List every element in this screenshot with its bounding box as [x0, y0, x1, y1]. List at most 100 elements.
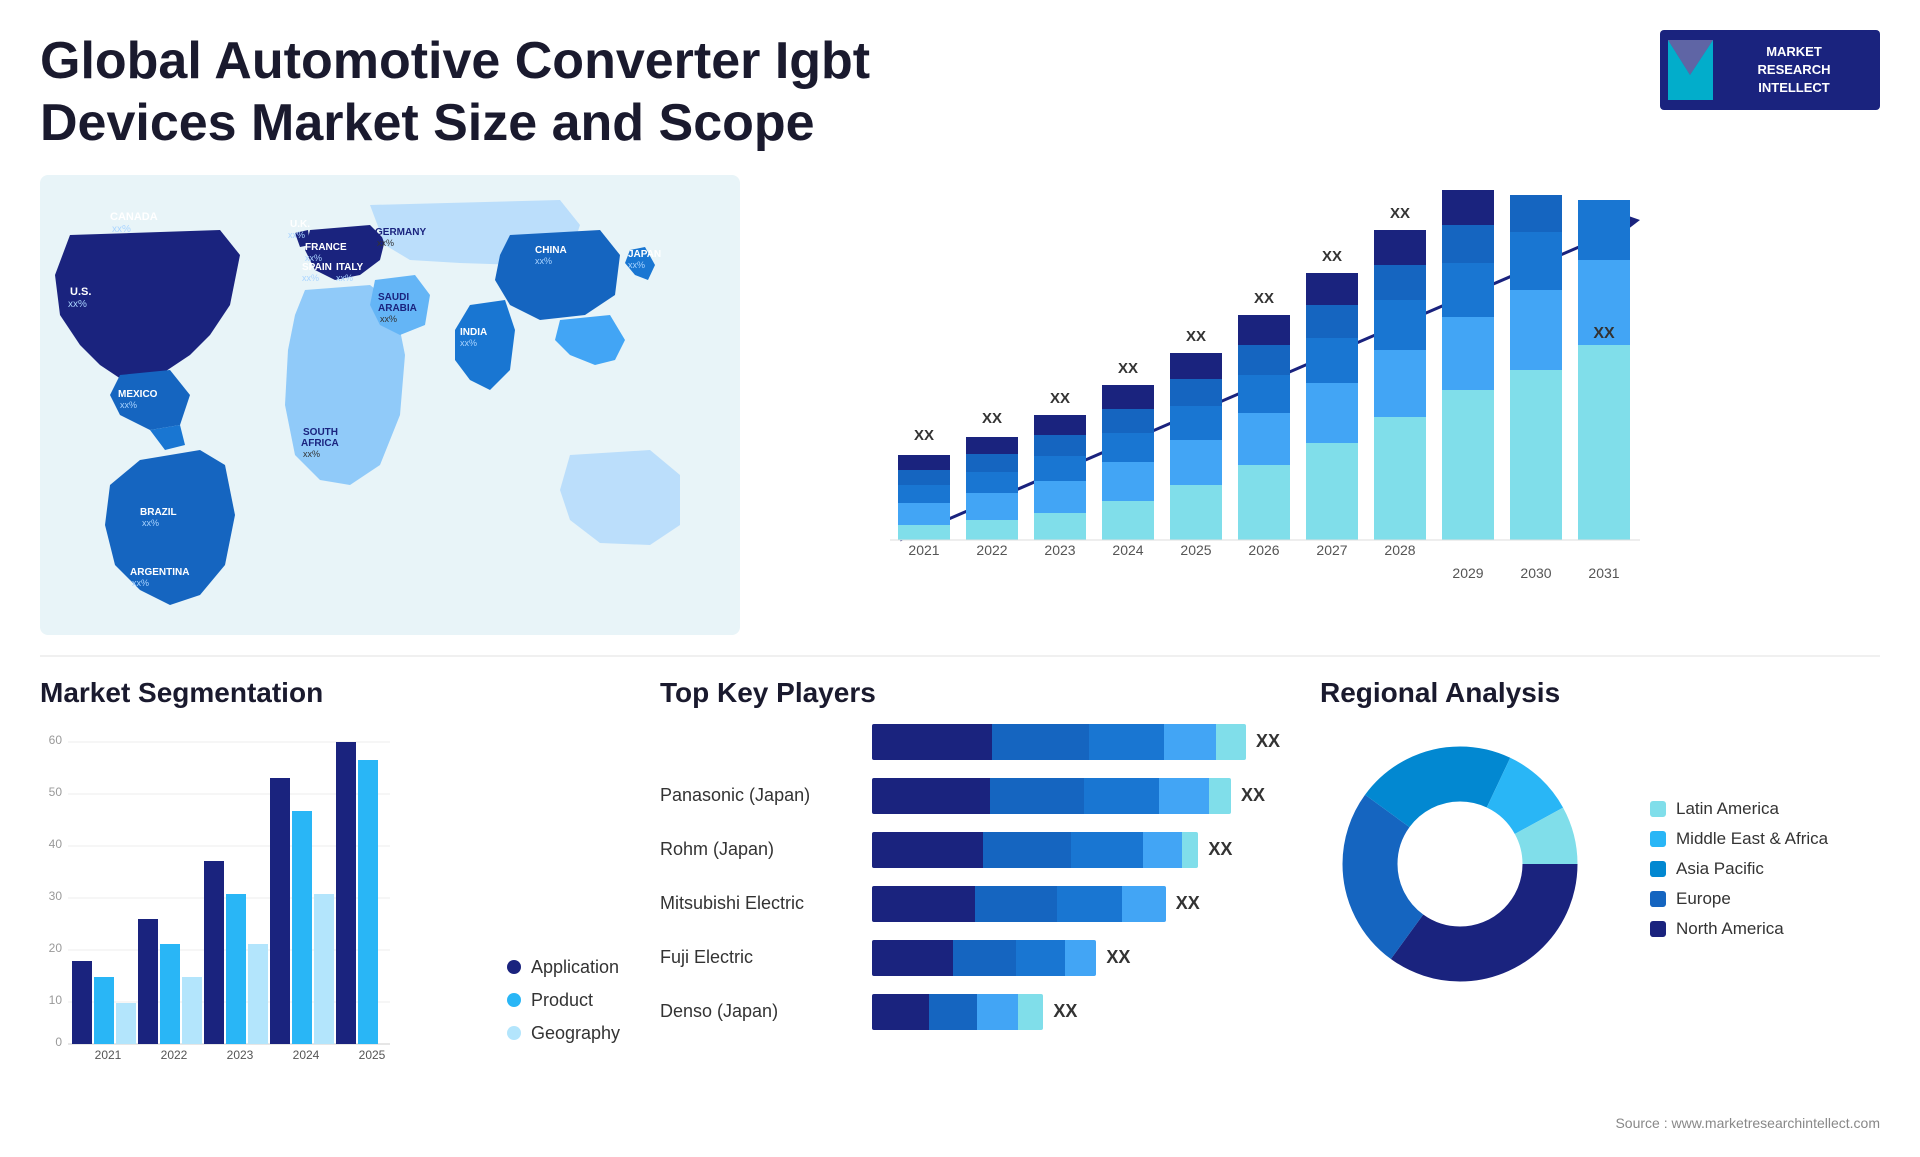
germany-label: GERMANY: [375, 227, 426, 238]
us-label: U.S.: [70, 286, 91, 298]
growth-chart: XX 2021 XX 2022 XX 2023: [780, 175, 1880, 655]
players-chart: XX Panasonic (Japan) XX: [660, 724, 1280, 1030]
segmentation-legend: Application Product Geography: [507, 957, 620, 1084]
bar-2023: XX 2023: [1034, 390, 1086, 558]
map-svg: CANADA xx% U.S. xx% MEXICO xx% BRAZIL xx…: [40, 175, 740, 635]
italy-label: ITALY: [336, 262, 364, 273]
seg-bar-2022-geo: [182, 977, 202, 1044]
geography-legend-label: Geography: [531, 1023, 620, 1044]
legend-asia-pacific: Asia Pacific: [1650, 859, 1828, 879]
seg-bar-2023-app: [204, 861, 224, 1044]
argentina-value: xx%: [132, 578, 149, 588]
uk-value: xx%: [288, 230, 305, 240]
regional-title: Regional Analysis: [1320, 677, 1880, 709]
seg-bar-2025-app: [336, 742, 356, 1044]
spain-value: xx%: [302, 273, 319, 283]
bar-2027: XX 2027: [1306, 248, 1358, 558]
brazil-value: xx%: [142, 518, 159, 528]
mexico-label: MEXICO: [118, 389, 158, 400]
svg-text:30: 30: [49, 889, 63, 903]
latin-america-dot: [1650, 801, 1666, 817]
player-row-panasonic: Panasonic (Japan) XX: [660, 778, 1280, 814]
legend-item-product: Product: [507, 990, 620, 1011]
logo-text: MARKET RESEARCH INTELLECT: [1758, 43, 1831, 98]
mexico-value: xx%: [120, 400, 137, 410]
svg-text:2025: 2025: [359, 1048, 386, 1062]
regional-legend: Latin America Middle East & Africa Asia …: [1650, 799, 1828, 949]
asia-pacific-label: Asia Pacific: [1676, 859, 1764, 879]
segmentation-section: Market Segmentation 60 50 40 30 20 10 0: [40, 677, 620, 1147]
svg-text:2027: 2027: [1316, 542, 1347, 558]
bar-2025: XX 2025: [1170, 328, 1222, 558]
svg-text:XX: XX: [1186, 328, 1206, 345]
svg-text:60: 60: [49, 733, 63, 747]
legend-item-geography: Geography: [507, 1023, 620, 1044]
player-value-1: XX: [1256, 731, 1280, 752]
segmentation-content: 60 50 40 30 20 10 0: [40, 724, 620, 1084]
bar-2021: XX 2021: [898, 427, 950, 558]
svg-text:XX: XX: [1254, 290, 1274, 307]
bar-2030: 2030: [1510, 195, 1562, 581]
seg-chart-svg: 60 50 40 30 20 10 0: [40, 724, 400, 1084]
svg-text:2021: 2021: [908, 542, 939, 558]
europe-dot: [1650, 891, 1666, 907]
donut-chart: [1320, 724, 1600, 1004]
legend-north-america: North America: [1650, 919, 1828, 939]
italy-value: xx%: [336, 273, 353, 283]
seg-bar-2022-app: [138, 919, 158, 1044]
seg-bar-2024-prod: [292, 811, 312, 1044]
seg-bar-2024-app: [270, 778, 290, 1044]
india-value: xx%: [460, 338, 477, 348]
svg-text:50: 50: [49, 785, 63, 799]
spain-label: SPAIN: [302, 262, 332, 273]
svg-text:2023: 2023: [1044, 542, 1075, 558]
source-text: Source : www.marketresearchintellect.com: [1615, 1115, 1880, 1131]
svg-text:40: 40: [49, 837, 63, 851]
bar-2031: 2031 XX: [1578, 200, 1630, 581]
canada-value: xx%: [112, 224, 131, 235]
legend-item-application: Application: [507, 957, 620, 978]
svg-text:XX: XX: [982, 410, 1002, 427]
player-row-mitsubishi: Mitsubishi Electric XX: [660, 886, 1280, 922]
application-legend-label: Application: [531, 957, 619, 978]
south-africa-label2: AFRICA: [301, 438, 339, 449]
bar-2022: XX 2022: [966, 410, 1018, 558]
player-bar-panasonic: XX: [872, 778, 1280, 814]
player-value-panasonic: XX: [1241, 785, 1265, 806]
player-bar-rohm: XX: [872, 832, 1280, 868]
bar-2024: XX 2024: [1102, 360, 1154, 558]
bar-2028: XX 2028: [1374, 205, 1426, 558]
canada-label: CANADA: [110, 211, 158, 223]
player-bar-denso: XX: [872, 994, 1280, 1030]
india-label: INDIA: [460, 327, 487, 338]
svg-text:XX: XX: [1593, 325, 1615, 342]
svg-text:0: 0: [55, 1035, 62, 1049]
svg-text:2022: 2022: [161, 1048, 188, 1062]
svg-text:2031: 2031: [1588, 565, 1619, 581]
player-bar-1: XX: [872, 724, 1280, 760]
player-name-mitsubishi: Mitsubishi Electric: [660, 893, 860, 914]
player-name-fuji: Fuji Electric: [660, 947, 860, 968]
china-label: CHINA: [535, 245, 567, 256]
seg-bar-2024-geo: [314, 894, 334, 1044]
svg-text:2021: 2021: [95, 1048, 122, 1062]
saudi-value: xx%: [380, 314, 397, 324]
logo-area: MARKET RESEARCH INTELLECT: [1660, 30, 1880, 110]
svg-text:XX: XX: [1322, 248, 1342, 265]
svg-text:XX: XX: [914, 427, 934, 444]
player-value-rohm: XX: [1208, 839, 1232, 860]
svg-text:10: 10: [49, 993, 63, 1007]
svg-text:2023: 2023: [227, 1048, 254, 1062]
latin-america-label: Latin America: [1676, 799, 1779, 819]
page-title: Global Automotive Converter Igbt Devices…: [40, 30, 940, 155]
logo-m-icon: [1668, 40, 1713, 100]
us-value: xx%: [68, 299, 87, 310]
legend-latin-america: Latin America: [1650, 799, 1828, 819]
north-america-dot: [1650, 921, 1666, 937]
player-value-fuji: XX: [1106, 947, 1130, 968]
application-legend-dot: [507, 960, 521, 974]
seg-bar-2023-geo: [248, 944, 268, 1044]
player-bar-fuji: XX: [872, 940, 1280, 976]
bar-chart-svg: XX 2021 XX 2022 XX 2023: [840, 185, 1660, 625]
germany-value: xx%: [377, 238, 394, 248]
